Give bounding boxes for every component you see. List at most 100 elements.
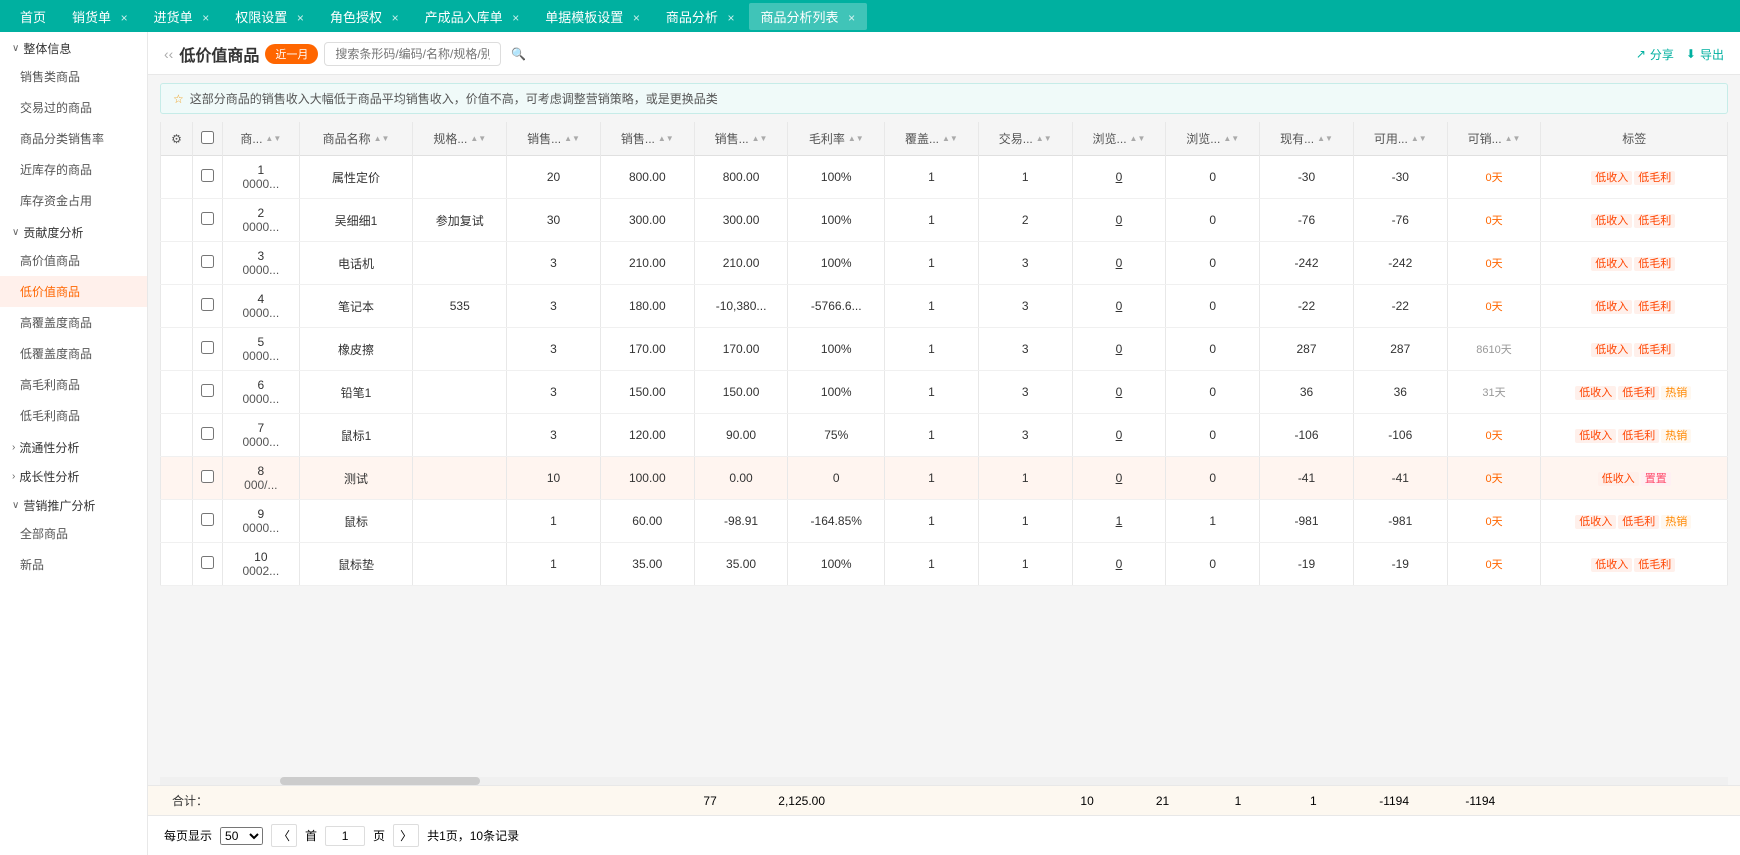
cell-checkbox[interactable] bbox=[193, 199, 223, 242]
sidebar-item-inventory-capital[interactable]: 库存资金占用 bbox=[0, 185, 147, 216]
nav-analysis-list[interactable]: 商品分析列表 × bbox=[749, 3, 868, 30]
nav-template[interactable]: 单据模板设置 × bbox=[533, 3, 652, 30]
th-view2: 浏览... ▲▼ bbox=[1166, 122, 1260, 156]
notice-icon: ☆ bbox=[173, 92, 184, 106]
share-button[interactable]: ↗ 分享 bbox=[1636, 46, 1674, 63]
view1-link[interactable]: 0 bbox=[1116, 170, 1123, 184]
cell-checkbox[interactable] bbox=[193, 414, 223, 457]
cell-view1[interactable]: 0 bbox=[1072, 242, 1166, 285]
cell-checkbox[interactable] bbox=[193, 285, 223, 328]
cell-view1[interactable]: 0 bbox=[1072, 457, 1166, 500]
view1-link[interactable]: 0 bbox=[1116, 428, 1123, 442]
sidebar-group-marketing[interactable]: ∨ 营销推广分析 bbox=[0, 489, 147, 518]
cell-checkbox[interactable] bbox=[193, 242, 223, 285]
cell-gross-margin: -5766.6... bbox=[788, 285, 885, 328]
sidebar-item-all-goods[interactable]: 全部商品 bbox=[0, 518, 147, 549]
th-setting[interactable]: ⚙ bbox=[161, 122, 193, 156]
table-row: 60000... 铅笔1 3 150.00 150.00 100% 1 3 0 … bbox=[161, 371, 1728, 414]
nav-permissions[interactable]: 权限设置 × bbox=[223, 3, 316, 30]
row-checkbox[interactable] bbox=[201, 470, 214, 483]
view1-link[interactable]: 0 bbox=[1116, 299, 1123, 313]
cell-checkbox[interactable] bbox=[193, 457, 223, 500]
scrollbar-thumb[interactable] bbox=[280, 777, 480, 785]
page-number-input[interactable] bbox=[325, 826, 365, 846]
th-gross-margin: 毛利率 ▲▼ bbox=[788, 122, 885, 156]
view1-link[interactable]: 0 bbox=[1116, 213, 1123, 227]
row-checkbox[interactable] bbox=[201, 169, 214, 182]
cell-checkbox[interactable] bbox=[193, 371, 223, 414]
th-tags: 标签 bbox=[1541, 122, 1728, 156]
view1-link[interactable]: 0 bbox=[1116, 342, 1123, 356]
cell-view1[interactable]: 0 bbox=[1072, 328, 1166, 371]
sidebar-group-circulation[interactable]: › 流通性分析 bbox=[0, 431, 147, 460]
nav-analysis[interactable]: 商品分析 × bbox=[654, 3, 747, 30]
view1-link[interactable]: 1 bbox=[1116, 514, 1123, 528]
next-page-btn[interactable]: 〉 bbox=[393, 824, 419, 847]
cell-checkbox[interactable] bbox=[193, 156, 223, 199]
row-checkbox[interactable] bbox=[201, 384, 214, 397]
cell-sale-amount: -10,380... bbox=[694, 285, 788, 328]
cell-view1[interactable]: 0 bbox=[1072, 414, 1166, 457]
row-checkbox[interactable] bbox=[201, 513, 214, 526]
table-row: 90000... 鼠标 1 60.00 -98.91 -164.85% 1 1 … bbox=[161, 500, 1728, 543]
per-page-select[interactable]: 50 100 200 bbox=[220, 827, 263, 845]
nav-sales[interactable]: 销货单 × bbox=[60, 3, 140, 30]
sidebar-item-sales-goods[interactable]: 销售类商品 bbox=[0, 61, 147, 92]
cell-checkbox[interactable] bbox=[193, 328, 223, 371]
sidebar-item-low-coverage[interactable]: 低覆盖度商品 bbox=[0, 338, 147, 369]
cell-sale-amount: 170.00 bbox=[694, 328, 788, 371]
cell-setting bbox=[161, 414, 193, 457]
cell-available: -981 bbox=[1353, 500, 1447, 543]
sidebar-item-new-goods[interactable]: 新品 bbox=[0, 549, 147, 580]
nav-home[interactable]: 首页 bbox=[8, 3, 58, 30]
filter-tag-button[interactable]: 近一月 bbox=[265, 44, 318, 64]
search-input[interactable] bbox=[324, 42, 501, 66]
cell-view1[interactable]: 0 bbox=[1072, 543, 1166, 586]
nav-roles[interactable]: 角色授权 × bbox=[318, 3, 411, 30]
sidebar-item-high-coverage[interactable]: 高覆盖度商品 bbox=[0, 307, 147, 338]
view1-link[interactable]: 0 bbox=[1116, 471, 1123, 485]
th-checkbox[interactable] bbox=[193, 122, 223, 156]
cell-code: 8000/... bbox=[223, 457, 300, 500]
cell-sale-price: 100.00 bbox=[600, 457, 694, 500]
cell-coverage: 1 bbox=[885, 414, 979, 457]
nav-purchase[interactable]: 进货单 × bbox=[142, 3, 222, 30]
export-button[interactable]: ⬇ 导出 bbox=[1686, 46, 1724, 63]
tag-label: 低毛利 bbox=[1618, 515, 1659, 529]
view1-link[interactable]: 0 bbox=[1116, 256, 1123, 270]
row-checkbox[interactable] bbox=[201, 212, 214, 225]
view1-link[interactable]: 0 bbox=[1116, 385, 1123, 399]
sidebar-group-growth[interactable]: › 成长性分析 bbox=[0, 460, 147, 489]
cell-view1[interactable]: 0 bbox=[1072, 285, 1166, 328]
sidebar-item-near-inventory[interactable]: 近库存的商品 bbox=[0, 154, 147, 185]
row-checkbox[interactable] bbox=[201, 556, 214, 569]
cell-view1[interactable]: 0 bbox=[1072, 371, 1166, 414]
sidebar-item-traded[interactable]: 交易过的商品 bbox=[0, 92, 147, 123]
nav-products-in[interactable]: 产成品入库单 × bbox=[413, 3, 532, 30]
horizontal-scrollbar[interactable] bbox=[160, 777, 1728, 785]
sidebar-item-low-value[interactable]: 低价值商品 bbox=[0, 276, 147, 307]
cell-view1[interactable]: 1 bbox=[1072, 500, 1166, 543]
select-all-checkbox[interactable] bbox=[201, 131, 214, 144]
row-checkbox[interactable] bbox=[201, 255, 214, 268]
cell-view1[interactable]: 0 bbox=[1072, 156, 1166, 199]
cell-code: 70000... bbox=[223, 414, 300, 457]
cell-view1[interactable]: 0 bbox=[1072, 199, 1166, 242]
collapse-sidebar-btn[interactable]: ‹‹ bbox=[164, 46, 173, 62]
row-checkbox[interactable] bbox=[201, 341, 214, 354]
sidebar-group-contribution[interactable]: ∨ 贡献度分析 bbox=[0, 216, 147, 245]
search-icon[interactable]: 🔍 bbox=[511, 47, 526, 61]
cell-checkbox[interactable] bbox=[193, 543, 223, 586]
sidebar-group-overall[interactable]: ∨ 整体信息 bbox=[0, 32, 147, 61]
view1-link[interactable]: 0 bbox=[1116, 557, 1123, 571]
sidebar-item-category-rate[interactable]: 商品分类销售率 bbox=[0, 123, 147, 154]
sidebar-item-low-margin[interactable]: 低毛利商品 bbox=[0, 400, 147, 431]
row-checkbox[interactable] bbox=[201, 427, 214, 440]
cell-tags: 低收入低毛利 bbox=[1541, 199, 1728, 242]
cell-sale-qty: 1 bbox=[507, 500, 601, 543]
row-checkbox[interactable] bbox=[201, 298, 214, 311]
sidebar-item-high-value[interactable]: 高价值商品 bbox=[0, 245, 147, 276]
cell-checkbox[interactable] bbox=[193, 500, 223, 543]
sidebar-item-high-margin[interactable]: 高毛利商品 bbox=[0, 369, 147, 400]
first-page-btn[interactable]: 〈 bbox=[271, 824, 297, 847]
